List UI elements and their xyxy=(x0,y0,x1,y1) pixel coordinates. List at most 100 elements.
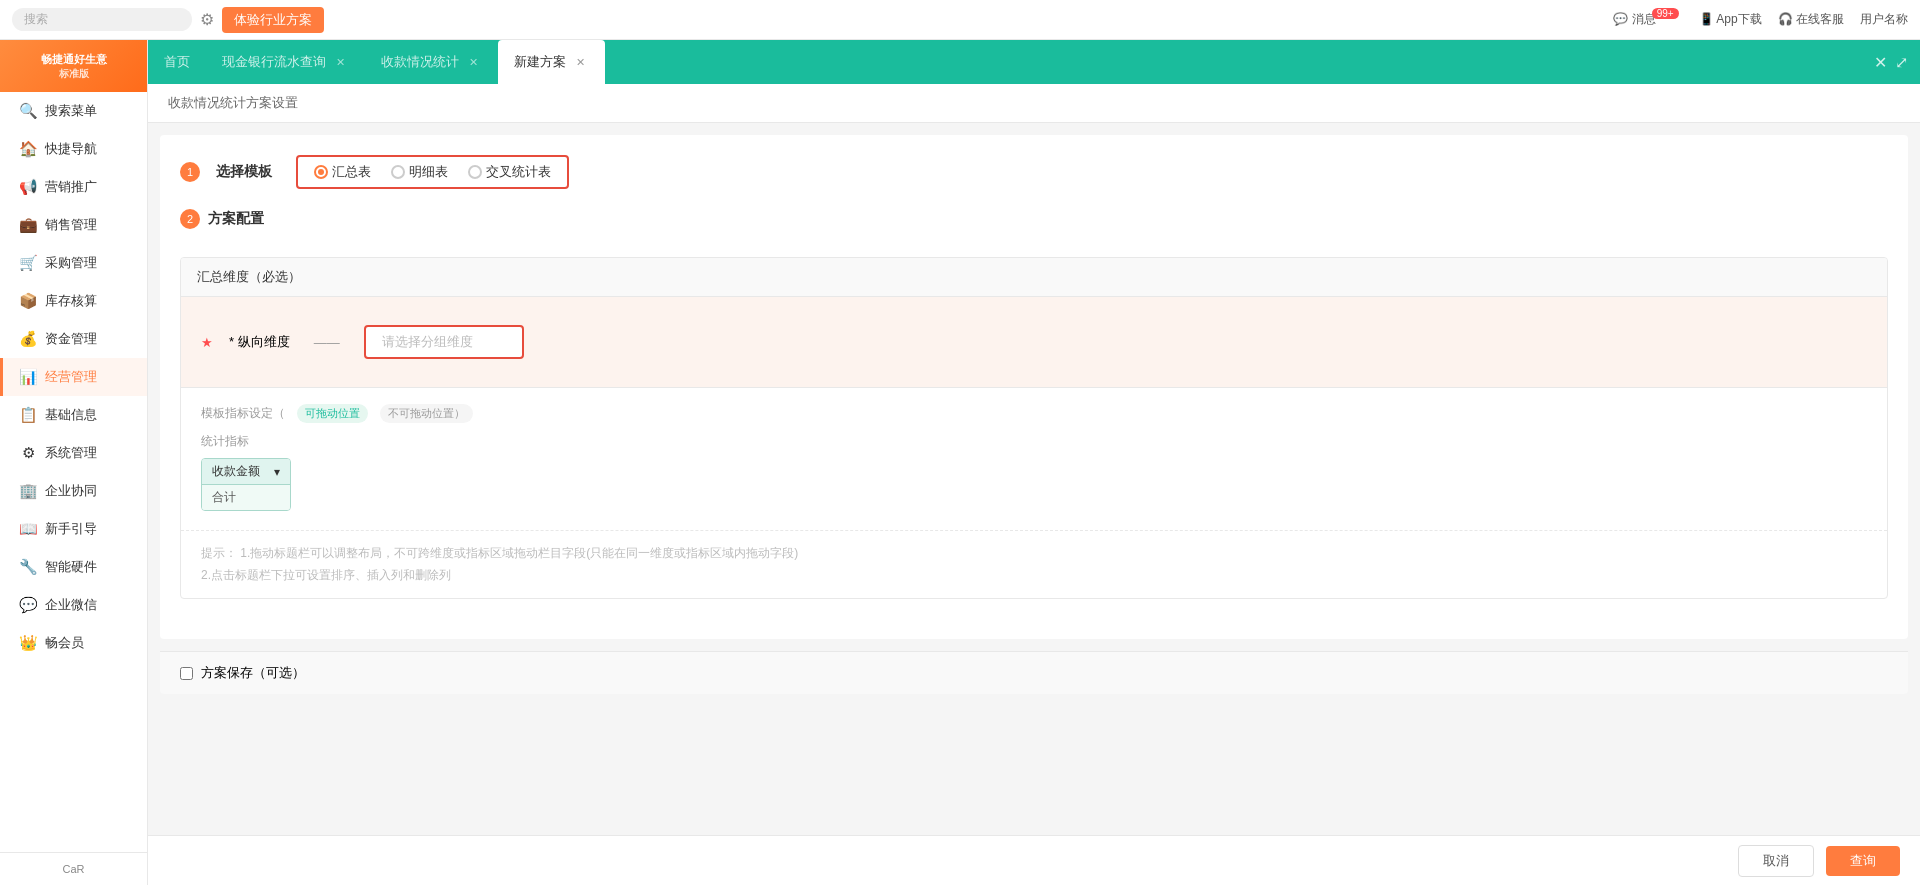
sidebar-item-sales[interactable]: 💼 销售管理 xyxy=(0,206,147,244)
breadcrumb: 收款情况统计方案设置 xyxy=(148,84,1920,123)
marketing-icon: 📢 xyxy=(19,178,37,196)
radio-cross[interactable]: 交叉统计表 xyxy=(468,163,551,181)
sidebar-logo: 畅捷通好生意 标准版 xyxy=(0,40,147,92)
radio-cross-circle xyxy=(468,165,482,179)
messages-link[interactable]: 💬 消息99+ xyxy=(1613,11,1682,28)
step2-badge: 2 xyxy=(180,209,200,229)
tab-cash-flow[interactable]: 现金银行流水查询 ✕ xyxy=(206,40,365,84)
step1-label: 选择模板 xyxy=(216,163,272,181)
query-button[interactable]: 查询 xyxy=(1826,846,1900,876)
tab-close-new-plan[interactable]: ✕ xyxy=(572,54,589,71)
messages-badge: 99+ xyxy=(1652,8,1679,19)
form-section: 1 选择模板 汇总表 明细表 交叉统计表 xyxy=(160,135,1908,639)
inventory-icon: 📦 xyxy=(19,292,37,310)
sidebar-footer: CaR xyxy=(0,852,147,885)
step2-row: 2 方案配置 汇总维度（必选） ★ * 纵向维度 —— xyxy=(180,209,1888,599)
main-layout: 畅捷通好生意 标准版 🔍 搜索菜单 🏠 快捷导航 📢 营销推广 💼 销售管理 🛒… xyxy=(0,40,1920,885)
hardware-icon: 🔧 xyxy=(19,558,37,576)
vertical-dim-label: * 纵向维度 xyxy=(229,333,290,351)
sidebar-item-finance[interactable]: 💰 资金管理 xyxy=(0,320,147,358)
dim-arrow: —— xyxy=(314,335,340,350)
dropdown-icon: ▾ xyxy=(274,465,280,479)
dimension-select[interactable]: 请选择分组维度 xyxy=(364,325,524,359)
sidebar-item-enterprise[interactable]: 🏢 企业协同 xyxy=(0,472,147,510)
enterprise-icon: 🏢 xyxy=(19,482,37,500)
wechat-icon: 💬 xyxy=(19,596,37,614)
tab-collection-stats[interactable]: 收款情况统计 ✕ xyxy=(365,40,498,84)
user-name[interactable]: 用户名称 xyxy=(1860,11,1908,28)
download-link[interactable]: 📱 App下载 xyxy=(1699,11,1762,28)
save-label: 方案保存（可选） xyxy=(201,664,305,682)
cancel-button[interactable]: 取消 xyxy=(1738,845,1814,877)
page-content: 收款情况统计方案设置 1 选择模板 汇总表 明细表 xyxy=(148,84,1920,835)
stat-group-header[interactable]: 收款金额 ▾ xyxy=(202,459,290,484)
content-area: 首页 现金银行流水查询 ✕ 收款情况统计 ✕ 新建方案 ✕ ✕ ⤢ xyxy=(148,40,1920,885)
search-icon: 🔍 xyxy=(19,102,37,120)
app-edition: 标准版 xyxy=(41,67,107,80)
template-radio-group: 汇总表 明细表 交叉统计表 xyxy=(296,155,569,189)
save-checkbox[interactable] xyxy=(180,667,193,680)
sidebar-item-member[interactable]: 👑 畅会员 xyxy=(0,624,147,662)
tab-maximize-btn[interactable]: ⤢ xyxy=(1895,53,1908,72)
guide-icon: 📖 xyxy=(19,520,37,538)
step2-label: 方案配置 xyxy=(208,210,264,228)
stat-group-row: 合计 xyxy=(202,484,290,510)
radio-detail-circle xyxy=(391,165,405,179)
member-icon: 👑 xyxy=(19,634,37,652)
tab-home[interactable]: 首页 xyxy=(148,40,206,84)
sidebar-item-inventory[interactable]: 📦 库存核算 xyxy=(0,282,147,320)
indicators-section: 模板指标设定（ 可拖动位置 不可拖动位置） 统计指标 收款金额 ▾ 合计 xyxy=(181,387,1887,530)
sidebar-item-home[interactable]: 🏠 快捷导航 xyxy=(0,130,147,168)
hint-text-1: 提示： 1.拖动标题栏可以调整布局，不可跨维度或指标区域拖动栏目字段(只能在同一… xyxy=(201,543,1867,565)
no-drag-badge: 不可拖动位置） xyxy=(380,404,473,423)
stat-group-label: 统计指标 xyxy=(201,433,1867,450)
top-bar-right: 💬 消息99+ 📱 App下载 🎧 在线客服 用户名称 xyxy=(1613,11,1908,28)
sidebar-item-system[interactable]: ⚙ 系统管理 xyxy=(0,434,147,472)
radio-detail[interactable]: 明细表 xyxy=(391,163,448,181)
sidebar-item-wechat[interactable]: 💬 企业微信 xyxy=(0,586,147,624)
stat-group: 收款金额 ▾ 合计 xyxy=(201,458,291,511)
tab-bar: 首页 现金银行流水查询 ✕ 收款情况统计 ✕ 新建方案 ✕ ✕ ⤢ xyxy=(148,40,1920,84)
sidebar-item-marketing[interactable]: 📢 营销推广 xyxy=(0,168,147,206)
sidebar-item-guide[interactable]: 📖 新手引导 xyxy=(0,510,147,548)
top-bar: 搜索 ⚙ 体验行业方案 💬 消息99+ 📱 App下载 🎧 在线客服 用户名称 xyxy=(0,0,1920,40)
basic-info-icon: 📋 xyxy=(19,406,37,424)
sidebar-item-management[interactable]: 📊 经营管理 xyxy=(0,358,147,396)
sidebar-item-basic-info[interactable]: 📋 基础信息 xyxy=(0,396,147,434)
top-bar-left: 搜索 ⚙ 体验行业方案 xyxy=(12,7,324,33)
tab-bar-actions: ✕ ⤢ xyxy=(1874,53,1920,72)
search-bar[interactable]: 搜索 xyxy=(12,8,192,31)
purchase-icon: 🛒 xyxy=(19,254,37,272)
sidebar-item-search[interactable]: 🔍 搜索菜单 xyxy=(0,92,147,130)
trial-btn[interactable]: 体验行业方案 xyxy=(222,7,324,33)
tab-new-plan[interactable]: 新建方案 ✕ xyxy=(498,40,605,84)
tab-close-collection[interactable]: ✕ xyxy=(465,54,482,71)
system-icon: ⚙ xyxy=(19,444,37,462)
drag-badge: 可拖动位置 xyxy=(297,404,368,423)
dimension-header: 汇总维度（必选） xyxy=(181,258,1887,297)
home-icon: 🏠 xyxy=(19,140,37,158)
tab-close-all-btn[interactable]: ✕ xyxy=(1874,53,1887,72)
config-section: 汇总维度（必选） ★ * 纵向维度 —— 请选择分组维度 模板指标 xyxy=(180,257,1888,599)
sidebar-item-purchase[interactable]: 🛒 采购管理 xyxy=(0,244,147,282)
tab-close-cash-flow[interactable]: ✕ xyxy=(332,54,349,71)
management-icon: 📊 xyxy=(19,368,37,386)
radio-summary[interactable]: 汇总表 xyxy=(314,163,371,181)
app-logo-text: 畅捷通好生意 xyxy=(41,52,107,66)
finance-icon: 💰 xyxy=(19,330,37,348)
settings-icon[interactable]: ⚙ xyxy=(200,10,214,29)
required-star: ★ xyxy=(201,335,213,350)
sidebar-item-hardware[interactable]: 🔧 智能硬件 xyxy=(0,548,147,586)
dimension-area: ★ * 纵向维度 —— 请选择分组维度 xyxy=(181,297,1887,387)
sidebar-footer-btn1[interactable]: CaR xyxy=(62,863,84,875)
bottom-bar: 取消 查询 xyxy=(148,835,1920,885)
hint-section: 提示： 1.拖动标题栏可以调整布局，不可跨维度或指标区域拖动栏目字段(只能在同一… xyxy=(181,530,1887,598)
save-section: 方案保存（可选） xyxy=(160,651,1908,694)
indicators-header: 模板指标设定（ 可拖动位置 不可拖动位置） xyxy=(201,404,1867,423)
radio-summary-circle xyxy=(314,165,328,179)
service-link[interactable]: 🎧 在线客服 xyxy=(1778,11,1844,28)
sales-icon: 💼 xyxy=(19,216,37,234)
step1-badge: 1 xyxy=(180,162,200,182)
step1-row: 1 选择模板 汇总表 明细表 交叉统计表 xyxy=(180,155,1888,189)
hint-text-2: 2.点击标题栏下拉可设置排序、插入列和删除列 xyxy=(201,565,1867,587)
